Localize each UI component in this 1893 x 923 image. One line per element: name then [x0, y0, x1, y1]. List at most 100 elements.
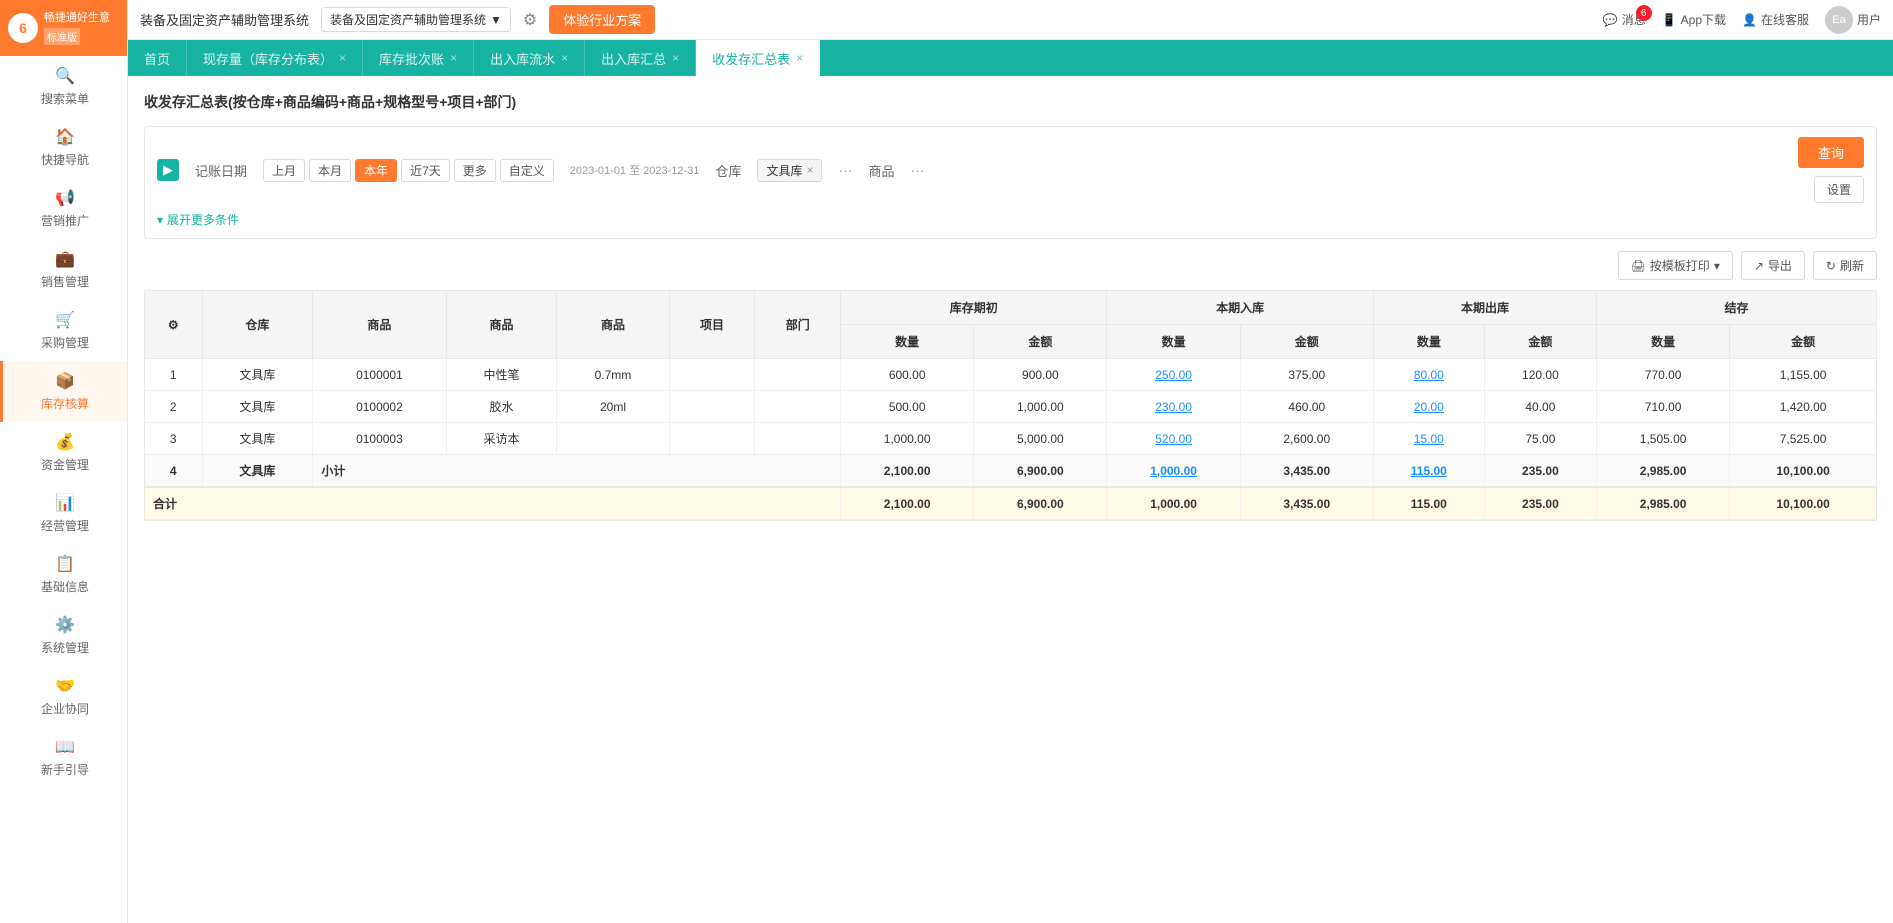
date-btn-7days[interactable]: 近7天 [401, 159, 450, 182]
subtotal-out-qty: 115.00 [1373, 455, 1484, 488]
sidebar-item-purchase[interactable]: 🛒 采购管理 [0, 300, 127, 361]
sidebar-item-search[interactable]: 🔍 搜索菜单 [0, 56, 127, 117]
table-row: 1 文具库 0100001 中性笔 0.7mm 600.00 900.00 25… [145, 359, 1876, 391]
tab-home[interactable]: 首页 [128, 40, 187, 76]
experience-button[interactable]: 体验行业方案 [549, 5, 655, 34]
online-service-action[interactable]: 👤 在线客服 [1742, 11, 1809, 28]
warehouse-tag-value: 文具库 [766, 162, 802, 179]
subtotal-in-amt: 3,435.00 [1240, 455, 1373, 488]
date-btn-prev-month[interactable]: 上月 [263, 159, 305, 182]
service-icon: 👤 [1742, 13, 1757, 27]
row-out-amt: 120.00 [1484, 359, 1596, 391]
row-spec [557, 423, 669, 455]
th-code: 商品 [313, 291, 446, 359]
tab-close-icon[interactable]: × [450, 51, 457, 65]
date-btn-this-year[interactable]: 本年 [355, 159, 397, 182]
sidebar-item-operation[interactable]: 📊 经营管理 [0, 483, 127, 544]
search-icon: 🔍 [55, 66, 75, 86]
guide-icon: 📖 [55, 737, 75, 757]
sidebar-item-sales[interactable]: 💼 销售管理 [0, 239, 127, 300]
sidebar-item-finance[interactable]: 💰 资金管理 [0, 422, 127, 483]
operation-icon: 📊 [55, 493, 75, 513]
row-dept [755, 359, 841, 391]
filter-toggle[interactable]: ▶ [157, 159, 179, 181]
tab-close-icon[interactable]: × [561, 51, 568, 65]
refresh-button[interactable]: ↻ 刷新 [1813, 251, 1877, 280]
sidebar-item-marketing[interactable]: 📢 营销推广 [0, 178, 127, 239]
sidebar-item-inventory[interactable]: 📦 库存核算 [0, 361, 127, 422]
row-out-qty[interactable]: 80.00 [1373, 359, 1484, 391]
date-label: 记账日期 [195, 161, 247, 180]
subtotal-open-amt: 6,900.00 [974, 455, 1107, 488]
tab-close-icon[interactable]: × [339, 51, 346, 65]
subtotal-row: 4 文具库 小计 2,100.00 6,900.00 1,000.00 3,43… [145, 455, 1876, 488]
row-warehouse: 文具库 [202, 423, 313, 455]
row-bal-qty: 710.00 [1597, 391, 1730, 423]
sidebar-item-system[interactable]: ⚙️ 系统管理 [0, 605, 127, 666]
expand-button[interactable]: ▾ 展开更多条件 [157, 211, 1864, 228]
row-in-amt: 460.00 [1240, 391, 1373, 423]
tab-flow[interactable]: 出入库流水 × [474, 40, 585, 76]
message-action[interactable]: 💬 消息 6 [1603, 11, 1646, 28]
date-btn-this-month[interactable]: 本月 [309, 159, 351, 182]
topbar: 装备及固定资产辅助管理系统 装备及固定资产辅助管理系统 ▼ ⚙ 体验行业方案 💬… [128, 0, 1893, 40]
date-btn-custom[interactable]: 自定义 [500, 159, 554, 182]
data-table: ⚙ 仓库 商品 商品 商品 项目 部门 库存期初 本期入库 本期出库 结存 [144, 290, 1877, 521]
tab-close-icon[interactable]: × [796, 51, 803, 65]
refresh-icon: ↻ [1826, 259, 1836, 273]
query-button[interactable]: 查询 [1798, 137, 1864, 168]
warehouse-tag-close[interactable]: × [806, 163, 813, 177]
table-row: 3 文具库 0100003 采访本 1,000.00 5,000.00 520.… [145, 423, 1876, 455]
message-badge: 6 [1636, 5, 1652, 21]
row-in-qty[interactable]: 520.00 [1107, 423, 1240, 455]
row-in-qty[interactable]: 250.00 [1107, 359, 1240, 391]
set-button[interactable]: 设置 [1814, 176, 1864, 203]
tab-summary-inout[interactable]: 出入库汇总 × [585, 40, 696, 76]
sidebar-item-quicknav[interactable]: 🏠 快捷导航 [0, 117, 127, 178]
subtotal-open-qty: 2,100.00 [841, 455, 974, 488]
sidebar: 6 畅捷通好生意 标准版 🔍 搜索菜单 🏠 快捷导航 📢 营销推广 💼 销售管理… [0, 0, 128, 923]
row-code: 0100001 [313, 359, 446, 391]
footer-out-amt: 235.00 [1484, 487, 1596, 520]
th-dept: 部门 [755, 291, 841, 359]
sidebar-item-guide[interactable]: 📖 新手引导 [0, 727, 127, 788]
row-out-qty[interactable]: 20.00 [1373, 391, 1484, 423]
chevron-down-icon: ▾ [157, 213, 163, 227]
export-icon: ↗ [1754, 259, 1764, 273]
system-dropdown[interactable]: 装备及固定资产辅助管理系统 ▼ [321, 7, 511, 32]
sidebar-item-enterprise[interactable]: 🤝 企业协同 [0, 666, 127, 727]
th-in-amt: 金额 [1240, 325, 1373, 359]
date-btn-more[interactable]: 更多 [454, 159, 496, 182]
th-in-qty: 数量 [1107, 325, 1240, 359]
row-out-qty[interactable]: 15.00 [1373, 423, 1484, 455]
page-container: 收发存汇总表(按仓库+商品编码+商品+规格型号+项目+部门) ▶ 记账日期 上月… [128, 76, 1893, 923]
th-out-qty: 数量 [1373, 325, 1484, 359]
tab-inventory-dist[interactable]: 现存量（库存分布表） × [187, 40, 363, 76]
gear-icon[interactable]: ⚙ [523, 10, 537, 30]
user-action[interactable]: Ea 用户 [1825, 6, 1881, 34]
warehouse-dots[interactable]: ··· [838, 162, 852, 178]
purchase-icon: 🛒 [55, 310, 75, 330]
filter-row: ▶ 记账日期 上月 本月 本年 近7天 更多 自定义 2023-01-01 至 … [157, 137, 1864, 203]
app-download-action[interactable]: 📱 App下载 [1662, 11, 1726, 28]
table-row: 2 文具库 0100002 胶水 20ml 500.00 1,000.00 23… [145, 391, 1876, 423]
sidebar-item-basic[interactable]: 📋 基础信息 [0, 544, 127, 605]
system-icon: ⚙️ [55, 615, 75, 635]
tab-close-icon[interactable]: × [672, 51, 679, 65]
logo-icon: 6 [8, 13, 38, 43]
tab-batch[interactable]: 库存批次账 × [363, 40, 474, 76]
tab-summary-recv[interactable]: 收发存汇总表 × [696, 40, 820, 76]
goods-dots[interactable]: ··· [911, 162, 925, 178]
table-footer-row: 合计 2,100.00 6,900.00 1,000.00 3,435.00 1… [145, 487, 1876, 520]
row-in-qty[interactable]: 230.00 [1107, 391, 1240, 423]
print-button[interactable]: 🖨 按模板打印 ▾ [1618, 251, 1733, 280]
subtotal-in-qty: 1,000.00 [1107, 455, 1240, 488]
row-bal-amt: 7,525.00 [1730, 423, 1876, 455]
export-button[interactable]: ↗ 导出 [1741, 251, 1805, 280]
enterprise-icon: 🤝 [55, 676, 75, 696]
th-settings[interactable]: ⚙ [145, 291, 202, 359]
user-avatar: Ea [1825, 6, 1853, 34]
footer-label: 合计 [145, 487, 841, 520]
row-project [669, 423, 755, 455]
filter-expand: ▾ 展开更多条件 [157, 211, 1864, 228]
